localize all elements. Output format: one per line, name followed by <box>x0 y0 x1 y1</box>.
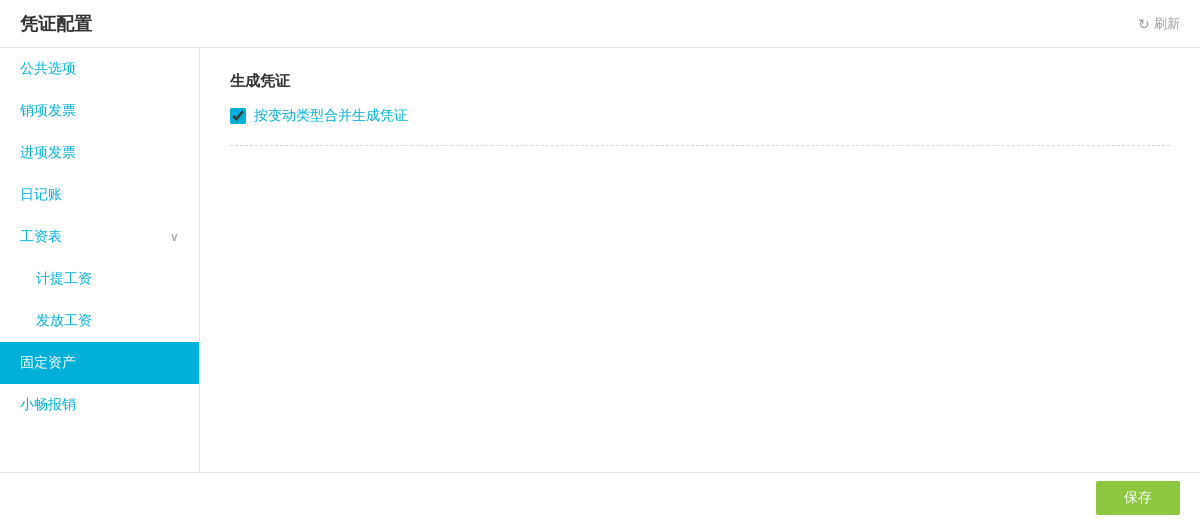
save-button[interactable]: 保存 <box>1096 481 1180 515</box>
refresh-button[interactable]: ↻ 刷新 <box>1138 15 1180 33</box>
refresh-label: 刷新 <box>1154 15 1180 33</box>
sidebar-item-journal[interactable]: 日记账 <box>0 174 199 216</box>
sidebar-item-label: 工资表 <box>20 228 62 246</box>
header: 凭证配置 ↻ 刷新 <box>0 0 1200 48</box>
sidebar: 公共选项销项发票进项发票日记账工资表 ∨ 计提工资发放工资固定资产小畅报销 <box>0 48 200 472</box>
section-title: 生成凭证 <box>230 72 1170 91</box>
divider <box>230 145 1170 146</box>
merge-checkbox[interactable] <box>230 108 246 124</box>
sidebar-item-label: 小畅报销 <box>20 396 76 414</box>
sidebar-item-label: 进项发票 <box>20 144 76 162</box>
sidebar-item-label: 固定资产 <box>20 354 76 372</box>
page-title: 凭证配置 <box>20 12 92 36</box>
footer: 保存 <box>0 472 1200 522</box>
content-area: 生成凭证 按变动类型合并生成凭证 <box>200 48 1200 472</box>
sidebar-item-expense[interactable]: 小畅报销 <box>0 384 199 426</box>
sidebar-item-payroll[interactable]: 工资表 ∨ <box>0 216 199 258</box>
sidebar-item-purchase-invoice[interactable]: 进项发票 <box>0 132 199 174</box>
chevron-down-icon: ∨ <box>170 230 179 244</box>
sidebar-item-sales-invoice[interactable]: 销项发票 <box>0 90 199 132</box>
sidebar-item-public[interactable]: 公共选项 <box>0 48 199 90</box>
refresh-icon: ↻ <box>1138 16 1150 32</box>
sidebar-item-label: 公共选项 <box>20 60 76 78</box>
checkbox-row: 按变动类型合并生成凭证 <box>230 107 1170 125</box>
checkbox-label[interactable]: 按变动类型合并生成凭证 <box>254 107 408 125</box>
sidebar-item-disbursement[interactable]: 发放工资 <box>0 300 199 342</box>
sidebar-item-label: 日记账 <box>20 186 62 204</box>
sidebar-item-label: 计提工资 <box>36 270 92 288</box>
sidebar-item-fixed-assets[interactable]: 固定资产 <box>0 342 199 384</box>
sidebar-item-label: 销项发票 <box>20 102 76 120</box>
main-content: 公共选项销项发票进项发票日记账工资表 ∨ 计提工资发放工资固定资产小畅报销 生成凭证… <box>0 48 1200 472</box>
sidebar-item-label: 发放工资 <box>36 312 92 330</box>
sidebar-item-accrual[interactable]: 计提工资 <box>0 258 199 300</box>
